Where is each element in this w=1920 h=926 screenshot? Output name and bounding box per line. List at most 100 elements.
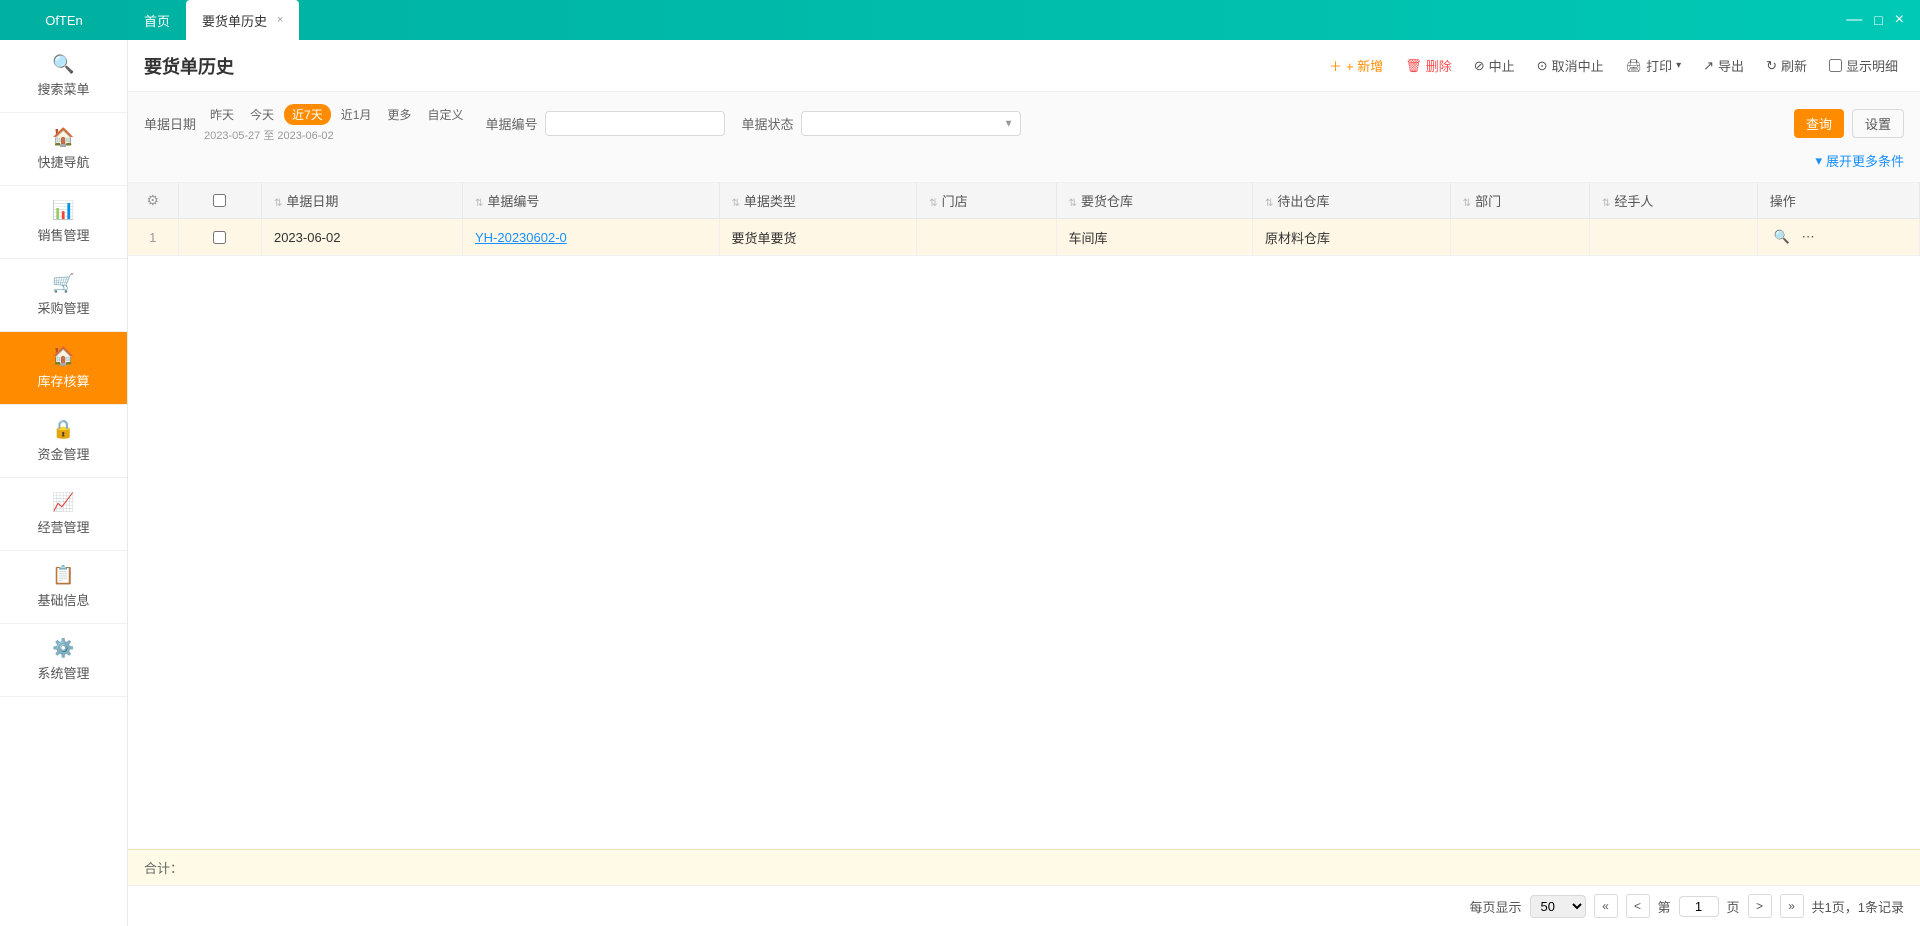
date-btn-today[interactable]: 今天 (244, 104, 280, 125)
brand-text: OfTEn (45, 13, 83, 28)
purchase-icon: 🛒 (52, 273, 74, 294)
col-ops: 操作 (1757, 183, 1919, 219)
show-detail-label: 显示明细 (1846, 56, 1898, 75)
filter-row: 单据日期 昨天 今天 近7天 近1月 更多 自定义 2023-05-27 至 2… (144, 104, 1904, 143)
sidebar-item-sales[interactable]: 📊 销售管理 (0, 186, 127, 259)
finance-icon: 🔒 (52, 419, 74, 440)
sidebar-item-search[interactable]: 🔍 搜索菜单 (0, 40, 127, 113)
delete-button[interactable]: 🗑 删除 (1399, 52, 1458, 79)
tab-home[interactable]: 首页 (128, 0, 186, 40)
row-seq: 1 (128, 219, 178, 256)
status-label: 单据状态 (741, 114, 793, 133)
expand-more-icon: ▾ (1815, 153, 1822, 169)
sidebar-item-finance[interactable]: 🔒 资金管理 (0, 405, 127, 478)
stop-button[interactable]: ⊘ 中止 (1468, 52, 1521, 79)
col-settings-icon[interactable]: ⚙ (146, 192, 159, 208)
date-btn-custom[interactable]: 自定义 (421, 104, 469, 125)
date-filter-group: 单据日期 昨天 今天 近7天 近1月 更多 自定义 2023-05-27 至 2… (144, 104, 469, 143)
top-bar: OfTEn 首页 要货单历史 × — □ × (0, 0, 1920, 40)
system-icon: ⚙️ (52, 638, 74, 659)
header-checkbox-cell (191, 194, 249, 207)
tab-order-history[interactable]: 要货单历史 × (186, 0, 299, 40)
tab-bar: 首页 要货单历史 × (128, 0, 1846, 40)
row-select-checkbox[interactable] (213, 231, 226, 244)
sidebar-item-operation[interactable]: 📈 经营管理 (0, 478, 127, 551)
page-title: 要货单历史 (144, 53, 234, 79)
show-detail-checkbox[interactable]: 显示明细 (1823, 52, 1904, 79)
date-btn-yesterday[interactable]: 昨天 (204, 104, 240, 125)
add-button[interactable]: ＋ + 新增 (1323, 52, 1389, 79)
filter-area: 单据日期 昨天 今天 近7天 近1月 更多 自定义 2023-05-27 至 2… (128, 92, 1920, 183)
cancel-stop-button[interactable]: ⊙ 取消中止 (1531, 52, 1610, 79)
row-req-warehouse: 车间库 (1056, 219, 1252, 256)
export-label: 导出 (1718, 56, 1744, 75)
maximize-icon[interactable]: □ (1874, 12, 1882, 28)
last-page-button[interactable]: » (1780, 894, 1804, 918)
sidebar-item-search-label: 搜索菜单 (37, 79, 89, 98)
row-view-button[interactable]: 🔍 (1770, 227, 1794, 247)
page-size-select[interactable]: 50 10 20 100 (1530, 895, 1586, 918)
sidebar-item-purchase[interactable]: 🛒 采购管理 (0, 259, 127, 332)
sidebar-item-quicknav[interactable]: 🏠 快捷导航 (0, 113, 127, 186)
sidebar-item-quicknav-label: 快捷导航 (37, 152, 89, 171)
sidebar-item-purchase-label: 采购管理 (37, 298, 89, 317)
col-no[interactable]: 单据编号 (462, 183, 719, 219)
col-dept[interactable]: 部门 (1450, 183, 1589, 219)
query-button[interactable]: 查询 (1794, 109, 1844, 138)
basic-icon: 📋 (52, 565, 74, 586)
sales-icon: 📊 (52, 200, 74, 221)
sidebar-item-finance-label: 资金管理 (37, 444, 89, 463)
sidebar-item-inventory[interactable]: 🏠 库存核算 (0, 332, 127, 405)
select-all-checkbox[interactable] (213, 194, 226, 207)
row-pending-warehouse: 原材料仓库 (1252, 219, 1450, 256)
date-btn-more[interactable]: 更多 (381, 104, 417, 125)
col-store[interactable]: 门店 (917, 183, 1056, 219)
query-label: 查询 (1806, 114, 1832, 133)
row-no-link[interactable]: YH-20230602-0 (475, 230, 567, 245)
col-handler[interactable]: 经手人 (1589, 183, 1757, 219)
print-label: 打印 (1646, 56, 1672, 75)
expand-more-button[interactable]: ▾ 展开更多条件 (1815, 151, 1904, 170)
total-info: 共1页，1条记录 (1812, 897, 1904, 916)
refresh-button[interactable]: ↻ 刷新 (1760, 52, 1813, 79)
brand-logo: OfTEn (0, 0, 128, 40)
tab-close-icon[interactable]: × (277, 14, 283, 26)
order-no-input[interactable] (545, 111, 725, 136)
row-type: 要货单要货 (719, 219, 917, 256)
expand-more-label: 展开更多条件 (1826, 151, 1904, 170)
show-detail-input[interactable] (1829, 59, 1842, 72)
row-checkbox-cell (191, 231, 249, 244)
col-date[interactable]: 单据日期 (261, 183, 462, 219)
date-quick-group: 昨天 今天 近7天 近1月 更多 自定义 2023-05-27 至 2023-0… (204, 104, 469, 143)
summary-label: 合计： (144, 861, 183, 876)
close-icon[interactable]: × (1895, 11, 1904, 29)
sidebar-item-basic[interactable]: 📋 基础信息 (0, 551, 127, 624)
sidebar-item-inventory-label: 库存核算 (37, 371, 89, 390)
col-req-warehouse[interactable]: 要货仓库 (1056, 183, 1252, 219)
inventory-icon: 🏠 (52, 346, 74, 367)
minimize-icon[interactable]: — (1846, 11, 1862, 29)
status-select[interactable] (801, 111, 1021, 136)
row-dept (1450, 219, 1589, 256)
page-number-input[interactable] (1679, 896, 1719, 917)
sidebar-item-sales-label: 销售管理 (37, 225, 89, 244)
page-header: 要货单历史 ＋ + 新增 🗑 删除 ⊘ 中止 ⊙ 取消中止 (128, 40, 1920, 92)
first-page-button[interactable]: « (1594, 894, 1618, 918)
col-type[interactable]: 单据类型 (719, 183, 917, 219)
table-row[interactable]: 1 2023-06-02 YH-20230602-0 要货单要货 车间库 (128, 219, 1920, 256)
order-no-label: 单据编号 (485, 114, 537, 133)
page-size-label: 每页显示 (1469, 897, 1521, 916)
export-icon: ↗ (1703, 58, 1714, 74)
prev-page-button[interactable]: < (1626, 894, 1650, 918)
sidebar-item-system[interactable]: ⚙️ 系统管理 (0, 624, 127, 697)
settings-button[interactable]: 设置 (1852, 109, 1904, 138)
search-icon: 🔍 (52, 54, 74, 75)
print-button[interactable]: 🖨 打印 ▾ (1620, 52, 1688, 79)
row-more-button[interactable]: ⋯ (1798, 227, 1819, 247)
date-btn-1month[interactable]: 近1月 (335, 104, 378, 125)
export-button[interactable]: ↗ 导出 (1697, 52, 1750, 79)
col-pending-warehouse[interactable]: 待出仓库 (1252, 183, 1450, 219)
next-page-button[interactable]: > (1748, 894, 1772, 918)
date-btn-7days[interactable]: 近7天 (284, 104, 331, 125)
col-settings: ⚙ (128, 183, 178, 219)
